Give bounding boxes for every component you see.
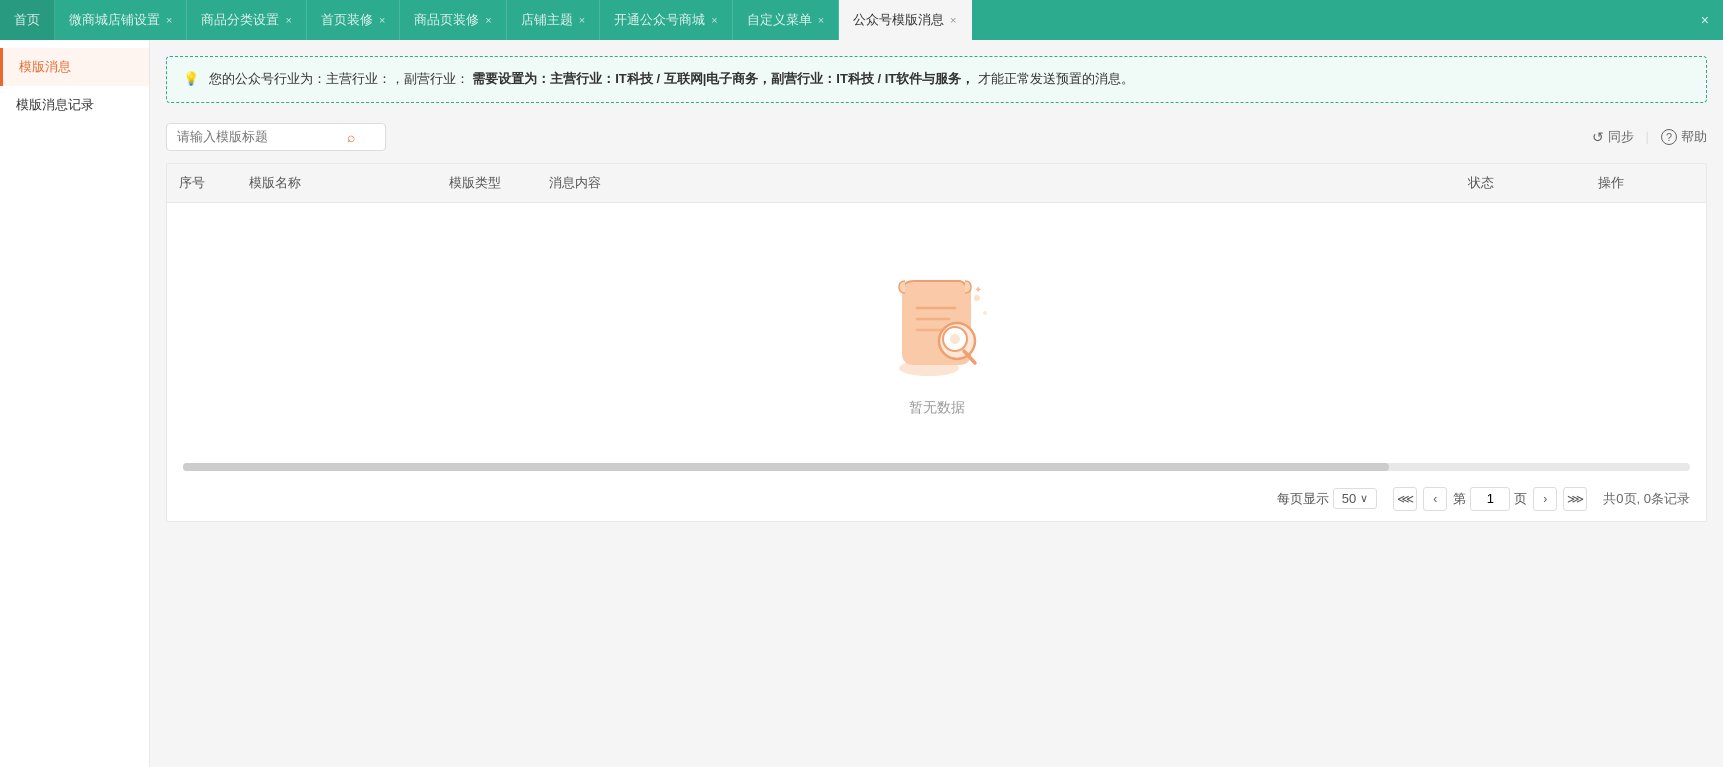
svg-point-8 — [974, 295, 980, 301]
th-action: 操作 — [1586, 164, 1706, 202]
nav-tab-open-mall[interactable]: 开通公众号商城 × — [600, 0, 732, 40]
nav-tab-home-deco[interactable]: 首页装修 × — [307, 0, 400, 40]
notice-highlight: 需要设置为：主营行业：IT科技 / 互联网|电子商务，副营行业：IT科技 / I… — [472, 71, 974, 86]
notice-suffix: 才能正常发送预置的消息。 — [978, 71, 1134, 86]
close-category[interactable]: × — [285, 15, 291, 26]
close-shop-settings[interactable]: × — [166, 15, 172, 26]
sync-button[interactable]: ↺ 同步 — [1592, 128, 1634, 146]
pagination: 每页显示 50 ∨ ⋘ ‹ 第 页 › ⋙ 共0页, 0条记录 — [167, 477, 1706, 521]
total-info: 共0页, 0条记录 — [1603, 490, 1690, 508]
close-template-msg[interactable]: × — [950, 15, 956, 26]
close-shop-theme[interactable]: × — [579, 15, 585, 26]
nav-tab-template-msg[interactable]: 公众号模版消息 × — [839, 0, 971, 40]
search-actions: ↺ 同步 | ? 帮助 — [1592, 128, 1707, 146]
nav-tab-home[interactable]: 首页 — [0, 0, 55, 40]
page-size-select: 每页显示 50 ∨ — [1277, 488, 1377, 509]
nav-tab-product-deco-label: 商品页装修 — [414, 11, 479, 29]
scroll-thumb[interactable] — [183, 463, 1389, 471]
nav-tab-product-deco[interactable]: 商品页装修 × — [400, 0, 506, 40]
svg-text:✦: ✦ — [974, 284, 982, 295]
page-size-dropdown[interactable]: 50 ∨ — [1333, 488, 1377, 509]
empty-icon: ✦ — [877, 263, 997, 383]
notice-icon: 💡 — [183, 71, 199, 86]
empty-state: ✦ 暂无数据 — [167, 203, 1706, 457]
nav-tab-home-label: 首页 — [14, 11, 40, 29]
notice-prefix: 您的公众号行业为：主营行业：，副营行业： — [209, 71, 469, 86]
svg-point-9 — [983, 311, 987, 315]
nav-tab-shop-settings[interactable]: 微商城店铺设置 × — [55, 0, 187, 40]
sidebar-item-template-log-label: 模版消息记录 — [16, 97, 94, 112]
search-input[interactable] — [177, 129, 347, 144]
main-layout: 模版消息 模版消息记录 💡 您的公众号行业为：主营行业：，副营行业： 需要设置为… — [0, 40, 1723, 767]
th-name: 模版名称 — [237, 164, 437, 202]
top-nav: 首页 微商城店铺设置 × 商品分类设置 × 首页装修 × 商品页装修 × 店铺主… — [0, 0, 1723, 40]
content-area: 💡 您的公众号行业为：主营行业：，副营行业： 需要设置为：主营行业：IT科技 /… — [150, 40, 1723, 767]
close-all-tabs[interactable]: × — [1687, 12, 1723, 28]
table-header: 序号 模版名称 模版类型 消息内容 状态 操作 — [167, 164, 1706, 203]
divider: | — [1646, 129, 1649, 144]
empty-text: 暂无数据 — [909, 399, 965, 417]
page-input-wrap: 第 页 — [1453, 487, 1527, 511]
nav-tab-category[interactable]: 商品分类设置 × — [187, 0, 306, 40]
sidebar-item-template-msg[interactable]: 模版消息 — [0, 48, 149, 86]
nav-tab-custom-menu-label: 自定义菜单 — [747, 11, 812, 29]
nav-tab-template-msg-label: 公众号模版消息 — [853, 11, 944, 29]
nav-tab-shop-settings-label: 微商城店铺设置 — [69, 11, 160, 29]
th-seq: 序号 — [167, 164, 237, 202]
th-status: 状态 — [1456, 164, 1586, 202]
nav-tab-category-label: 商品分类设置 — [201, 11, 279, 29]
nav-tab-shop-theme[interactable]: 店铺主题 × — [507, 0, 600, 40]
sidebar-item-template-msg-label: 模版消息 — [19, 59, 71, 74]
search-icon[interactable]: ⌕ — [347, 129, 355, 145]
help-label: 帮助 — [1681, 128, 1707, 146]
page-number-input[interactable] — [1470, 487, 1510, 511]
close-product-deco[interactable]: × — [485, 15, 491, 26]
nav-tab-shop-theme-label: 店铺主题 — [521, 11, 573, 29]
page-prefix: 第 — [1453, 490, 1466, 508]
svg-point-7 — [950, 334, 960, 344]
first-page-button[interactable]: ⋘ — [1393, 487, 1417, 511]
sidebar: 模版消息 模版消息记录 — [0, 40, 150, 767]
close-home-deco[interactable]: × — [379, 15, 385, 26]
next-page-button[interactable]: › — [1533, 487, 1557, 511]
search-bar: ⌕ ↺ 同步 | ? 帮助 — [166, 123, 1707, 151]
nav-tab-home-deco-label: 首页装修 — [321, 11, 373, 29]
nav-tab-custom-menu[interactable]: 自定义菜单 × — [733, 0, 839, 40]
close-open-mall[interactable]: × — [711, 15, 717, 26]
sync-label: 同步 — [1608, 128, 1634, 146]
page-unit: 页 — [1514, 490, 1527, 508]
table: 序号 模版名称 模版类型 消息内容 状态 操作 — [166, 163, 1707, 522]
chevron-down-icon: ∨ — [1360, 492, 1368, 505]
th-content: 消息内容 — [537, 164, 1456, 202]
page-size-value: 50 — [1342, 491, 1356, 506]
close-custom-menu[interactable]: × — [818, 15, 824, 26]
search-input-wrap: ⌕ — [166, 123, 386, 151]
horizontal-scrollbar[interactable] — [183, 463, 1690, 471]
th-type: 模版类型 — [437, 164, 537, 202]
sync-icon: ↺ — [1592, 129, 1604, 145]
help-icon: ? — [1661, 129, 1677, 145]
nav-tab-open-mall-label: 开通公众号商城 — [614, 11, 705, 29]
prev-page-button[interactable]: ‹ — [1423, 487, 1447, 511]
help-button[interactable]: ? 帮助 — [1661, 128, 1707, 146]
notice-box: 💡 您的公众号行业为：主营行业：，副营行业： 需要设置为：主营行业：IT科技 /… — [166, 56, 1707, 103]
sidebar-item-template-log[interactable]: 模版消息记录 — [0, 86, 149, 124]
last-page-button[interactable]: ⋙ — [1563, 487, 1587, 511]
page-size-label: 每页显示 — [1277, 490, 1329, 508]
